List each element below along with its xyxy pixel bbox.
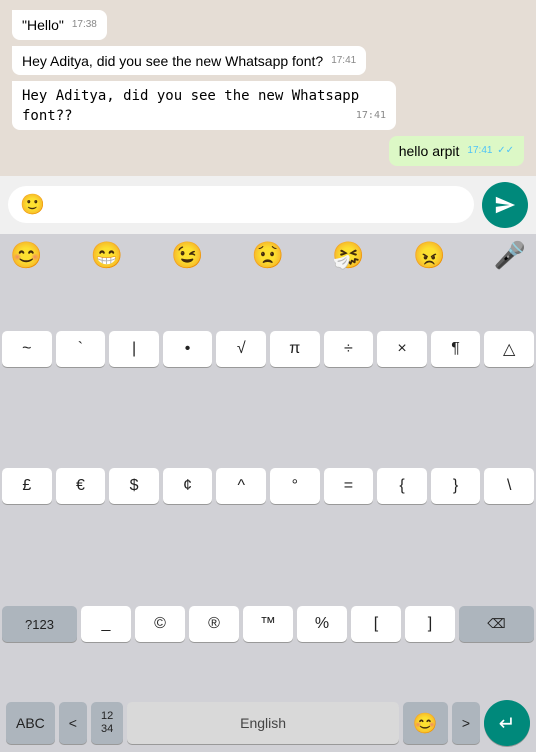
key-row2-4[interactable]: ^ xyxy=(216,468,266,504)
message-time: 17:41 xyxy=(331,54,356,68)
key-row2-1[interactable]: € xyxy=(56,468,106,504)
emoji-keyboard-key[interactable]: 😊 xyxy=(403,702,448,744)
emoji-key-0[interactable]: 😊 xyxy=(10,240,42,271)
chat-message-msg3: Hey Aditya, did you see the new Whatsapp… xyxy=(12,81,396,130)
send-icon xyxy=(494,194,516,216)
bottom-bar: ABC<12 34English😊>↵ xyxy=(0,696,536,752)
key-sym-4[interactable]: √ xyxy=(216,331,266,367)
chat-area: "Hello" 17:38 Hey Aditya, did you see the… xyxy=(0,0,536,176)
key-sym-2[interactable]: | xyxy=(109,331,159,367)
key-row3-6[interactable]: ] xyxy=(405,606,455,642)
message-time: 17:38 xyxy=(72,18,97,32)
key-row3-2[interactable]: ® xyxy=(189,606,239,642)
key-row2-2[interactable]: $ xyxy=(109,468,159,504)
chat-message-msg4: hello arpit 17:41 ✓✓ xyxy=(389,136,524,166)
input-field-wrap: 🙂 xyxy=(8,186,474,223)
chat-message-msg1: "Hello" 17:38 xyxy=(12,10,107,40)
key-row2-8[interactable]: } xyxy=(431,468,481,504)
backspace-key[interactable]: ⌫ xyxy=(459,606,534,642)
key-sym-3[interactable]: • xyxy=(163,331,213,367)
message-ticks: ✓✓ xyxy=(494,145,514,156)
enter-key[interactable]: ↵ xyxy=(484,700,530,746)
chat-message-msg2: Hey Aditya, did you see the new Whatsapp… xyxy=(12,46,366,76)
key-sym-0[interactable]: ~ xyxy=(2,331,52,367)
key-sym-7[interactable]: × xyxy=(377,331,427,367)
key-row2-5[interactable]: ° xyxy=(270,468,320,504)
key-row3-5[interactable]: [ xyxy=(351,606,401,642)
language-key[interactable]: English xyxy=(127,702,399,744)
emoji-key-5[interactable]: 😠 xyxy=(413,240,445,271)
emoji-key-4[interactable]: 🤧 xyxy=(332,240,364,271)
emoji-key-2[interactable]: 😉 xyxy=(171,240,203,271)
keyboard-row-1: ~`|•√π÷×¶△ xyxy=(2,281,534,417)
less-than-key[interactable]: < xyxy=(59,702,87,744)
keyboard-row-3: ?123_©®™%[]⌫ xyxy=(2,556,534,692)
message-time: 17:41 ✓✓ xyxy=(467,144,514,158)
key-row3-0[interactable]: _ xyxy=(81,606,131,642)
message-time: 17:41 xyxy=(356,109,386,123)
emoji-row: 😊 😁 😉 😟 🤧 😠 🎤 xyxy=(0,234,536,277)
key-sym-8[interactable]: ¶ xyxy=(431,331,481,367)
key-row3-4[interactable]: % xyxy=(297,606,347,642)
input-bar: 🙂 xyxy=(0,176,536,234)
key-sym-6[interactable]: ÷ xyxy=(324,331,374,367)
key-row2-9[interactable]: \ xyxy=(484,468,534,504)
key-row3-3[interactable]: ™ xyxy=(243,606,293,642)
greater-than-key[interactable]: > xyxy=(452,702,480,744)
key-row2-3[interactable]: ¢ xyxy=(163,468,213,504)
emoji-picker-icon[interactable]: 🙂 xyxy=(20,192,45,217)
key-row2-7[interactable]: { xyxy=(377,468,427,504)
send-button[interactable] xyxy=(482,182,528,228)
microphone-icon[interactable]: 🎤 xyxy=(494,240,526,271)
key-sym-1[interactable]: ` xyxy=(56,331,106,367)
key-row3-1[interactable]: © xyxy=(135,606,185,642)
numbers-key[interactable]: 12 34 xyxy=(91,702,123,744)
abc-key[interactable]: ABC xyxy=(6,702,55,744)
key-numbers-toggle[interactable]: ?123 xyxy=(2,606,77,642)
keyboard: ~`|•√π÷×¶△ £€$¢^°={}\ ?123_©®™%[]⌫ xyxy=(0,277,536,696)
key-sym-9[interactable]: △ xyxy=(484,331,534,367)
emoji-key-3[interactable]: 😟 xyxy=(252,240,284,271)
keyboard-row-2: £€$¢^°={}\ xyxy=(2,419,534,555)
emoji-key-1[interactable]: 😁 xyxy=(91,240,123,271)
key-sym-5[interactable]: π xyxy=(270,331,320,367)
key-row2-6[interactable]: = xyxy=(324,468,374,504)
key-row2-0[interactable]: £ xyxy=(2,468,52,504)
